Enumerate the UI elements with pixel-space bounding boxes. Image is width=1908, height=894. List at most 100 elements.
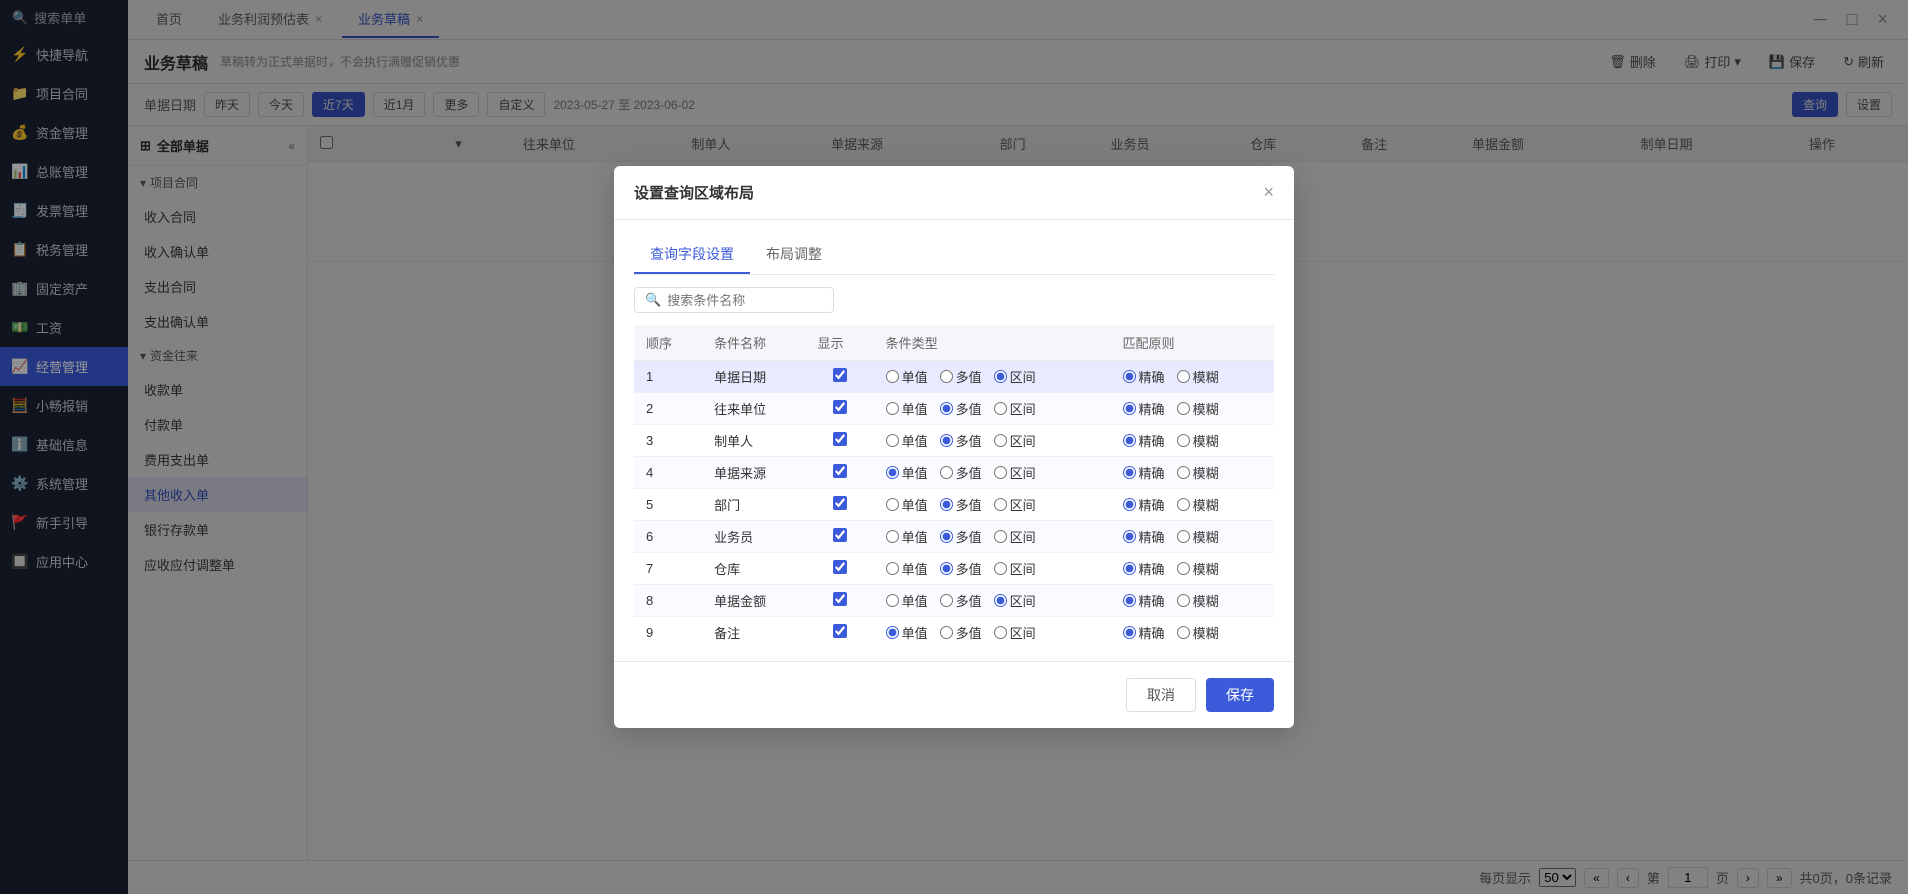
match-radio-精确[interactable] [1123,530,1136,543]
show-checkbox[interactable] [833,592,847,606]
show-checkbox[interactable] [833,432,847,446]
settings-row: 7仓库单值多值区间精确模糊 [634,553,1274,585]
row-show [806,521,874,553]
match-radio-模糊[interactable] [1177,562,1190,575]
show-checkbox[interactable] [833,560,847,574]
row-show [806,393,874,425]
condition-radio-区间[interactable] [994,434,1007,447]
row-name: 备注 [702,617,805,646]
row-match: 精确模糊 [1111,361,1274,393]
condition-radio-区间[interactable] [994,466,1007,479]
settings-row: 3制单人单值多值区间精确模糊 [634,425,1274,457]
row-match: 精确模糊 [1111,489,1274,521]
condition-radio-区间[interactable] [994,626,1007,639]
row-name: 部门 [702,489,805,521]
match-radio-精确[interactable] [1123,402,1136,415]
condition-radio-多值[interactable] [940,466,953,479]
match-radio-模糊[interactable] [1177,498,1190,511]
row-order: 8 [634,585,702,617]
settings-row: 8单据金额单值多值区间精确模糊 [634,585,1274,617]
condition-radio-多值[interactable] [940,626,953,639]
cancel-button[interactable]: 取消 [1126,678,1196,712]
settings-row: 6业务员单值多值区间精确模糊 [634,521,1274,553]
row-match: 精确模糊 [1111,521,1274,553]
row-condition: 单值多值区间 [874,617,1111,646]
condition-radio-单值[interactable] [886,498,899,511]
condition-radio-区间[interactable] [994,498,1007,511]
condition-radio-区间[interactable] [994,402,1007,415]
match-radio-模糊[interactable] [1177,434,1190,447]
row-show [806,489,874,521]
condition-radio-多值[interactable] [940,498,953,511]
row-order: 6 [634,521,702,553]
condition-radio-单值[interactable] [886,370,899,383]
row-show [806,361,874,393]
condition-radio-区间[interactable] [994,530,1007,543]
row-show [806,425,874,457]
match-radio-精确[interactable] [1123,466,1136,479]
row-order: 5 [634,489,702,521]
settings-row: 2往来单位单值多值区间精确模糊 [634,393,1274,425]
th-order: 顺序 [634,325,702,361]
condition-radio-单值[interactable] [886,562,899,575]
modal-search-container: 🔍 [634,287,834,313]
condition-radio-区间[interactable] [994,370,1007,383]
modal-search-input[interactable] [667,293,827,308]
th-condition: 条件类型 [874,325,1111,361]
row-condition: 单值多值区间 [874,425,1111,457]
condition-radio-区间[interactable] [994,594,1007,607]
show-checkbox[interactable] [833,624,847,638]
match-radio-精确[interactable] [1123,562,1136,575]
condition-radio-多值[interactable] [940,370,953,383]
match-radio-模糊[interactable] [1177,466,1190,479]
row-name: 往来单位 [702,393,805,425]
match-radio-模糊[interactable] [1177,594,1190,607]
match-radio-精确[interactable] [1123,370,1136,383]
modal-save-button[interactable]: 保存 [1206,678,1274,712]
show-checkbox[interactable] [833,368,847,382]
modal-search-icon: 🔍 [645,292,661,308]
modal-tab-layout[interactable]: 布局调整 [750,236,838,274]
th-name: 条件名称 [702,325,805,361]
modal-tab-query[interactable]: 查询字段设置 [634,236,750,274]
match-radio-精确[interactable] [1123,434,1136,447]
show-checkbox[interactable] [833,528,847,542]
settings-row: 9备注 单值多值区间精确模糊 [634,617,1274,646]
row-condition: 单值多值区间 [874,521,1111,553]
condition-radio-多值[interactable] [940,434,953,447]
modal-close-button[interactable]: × [1263,182,1274,203]
match-radio-模糊[interactable] [1177,370,1190,383]
condition-radio-单值[interactable] [886,466,899,479]
match-radio-模糊[interactable] [1177,402,1190,415]
row-order: 9 [634,617,702,646]
th-match: 匹配原则 [1111,325,1274,361]
row-name: 制单人 [702,425,805,457]
modal-body: 查询字段设置 布局调整 🔍 顺序 条件名称 显示 条件类型 [614,220,1294,661]
match-radio-模糊[interactable] [1177,626,1190,639]
condition-radio-单值[interactable] [886,594,899,607]
row-condition: 单值多值区间 [874,457,1111,489]
show-checkbox[interactable] [833,496,847,510]
show-checkbox[interactable] [833,464,847,478]
condition-radio-多值[interactable] [940,594,953,607]
show-checkbox[interactable] [833,400,847,414]
condition-radio-多值[interactable] [940,402,953,415]
row-name: 单据日期 [702,361,805,393]
condition-radio-区间[interactable] [994,562,1007,575]
row-show [806,585,874,617]
condition-radio-单值[interactable] [886,434,899,447]
match-radio-模糊[interactable] [1177,530,1190,543]
match-radio-精确[interactable] [1123,626,1136,639]
row-show [806,617,874,646]
row-condition: 单值多值区间 [874,489,1111,521]
match-radio-精确[interactable] [1123,594,1136,607]
match-radio-精确[interactable] [1123,498,1136,511]
modal-tabs: 查询字段设置 布局调整 [634,236,1274,275]
condition-radio-单值[interactable] [886,626,899,639]
row-match: 精确模糊 [1111,457,1274,489]
row-match: 精确模糊 [1111,617,1274,646]
condition-radio-单值[interactable] [886,402,899,415]
condition-radio-多值[interactable] [940,562,953,575]
condition-radio-多值[interactable] [940,530,953,543]
condition-radio-单值[interactable] [886,530,899,543]
